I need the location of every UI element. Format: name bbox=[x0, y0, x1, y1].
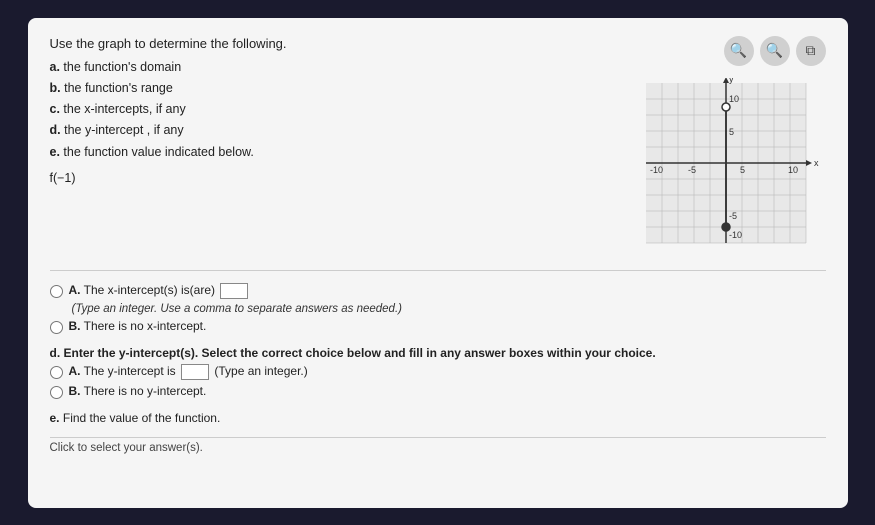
y-tick-5: 5 bbox=[729, 127, 734, 137]
d-description: Enter the y-intercept(s). Select the cor… bbox=[64, 346, 656, 360]
list-item-b: b. the function's range bbox=[50, 78, 626, 99]
item-e-text: the function value indicated below. bbox=[63, 145, 253, 159]
list-item-c: c. the x-intercepts, if any bbox=[50, 99, 626, 120]
item-d-text: the y-intercept , if any bbox=[64, 123, 184, 137]
d-label: d. bbox=[50, 346, 61, 360]
list-item-a: a. the function's domain bbox=[50, 57, 626, 78]
right-section: 🔍 🔍 ⧉ bbox=[636, 36, 826, 258]
c-a-hint: (Type an integer. Use a comma to separat… bbox=[72, 303, 826, 315]
d-a-text: The y-intercept is bbox=[84, 364, 176, 378]
y-intercept-input-box[interactable] bbox=[181, 364, 209, 380]
item-c-label: c. bbox=[50, 102, 60, 116]
divider-1 bbox=[50, 270, 826, 271]
graph-icons: 🔍 🔍 ⧉ bbox=[724, 36, 826, 66]
c-b-letter: B. bbox=[69, 319, 81, 333]
instruction-text: Use the graph to determine the following… bbox=[50, 36, 626, 51]
e-label: e. bbox=[50, 411, 60, 425]
radio-c-b[interactable] bbox=[50, 321, 63, 334]
list-item-e: e. the function value indicated below. bbox=[50, 142, 626, 163]
f-value-label: f(−1) bbox=[50, 171, 626, 185]
e-text: Find the value of the function. bbox=[63, 411, 220, 425]
option-d-b: B. There is no y-intercept. bbox=[50, 384, 826, 399]
x-axis-arrow bbox=[806, 160, 812, 166]
list-items: a. the function's domain b. the function… bbox=[50, 57, 626, 163]
graph-container: x y -5 5 10 -10 5 -5 10 -10 bbox=[636, 78, 826, 258]
external-link-icon[interactable]: ⧉ bbox=[796, 36, 826, 66]
section-d: d. Enter the y-intercept(s). Select the … bbox=[50, 346, 826, 403]
option-d-a: A. The y-intercept is (Type an integer.) bbox=[50, 364, 826, 380]
radio-c-a-label: A. The x-intercept(s) is(are) bbox=[69, 283, 251, 299]
c-b-text: There is no x-intercept. bbox=[84, 319, 207, 333]
d-b-letter: B. bbox=[69, 384, 81, 398]
search-icon-2[interactable]: 🔍 bbox=[760, 36, 790, 66]
item-d-label: d. bbox=[50, 123, 61, 137]
y-tick-10: 10 bbox=[729, 94, 739, 104]
radio-d-a[interactable] bbox=[50, 366, 63, 379]
left-content: Use the graph to determine the following… bbox=[50, 36, 626, 185]
x-axis-label: x bbox=[814, 158, 819, 168]
x-tick-5: 5 bbox=[740, 165, 745, 175]
section-c: A. The x-intercept(s) is(are) (Type an i… bbox=[50, 283, 826, 338]
top-section: Use the graph to determine the following… bbox=[50, 36, 826, 258]
option-c-b: B. There is no x-intercept. bbox=[50, 319, 826, 334]
radio-d-b-label: B. There is no y-intercept. bbox=[69, 384, 207, 398]
c-a-letter: A. bbox=[69, 283, 81, 297]
item-b-label: b. bbox=[50, 81, 61, 95]
y-tick-neg10: -10 bbox=[729, 230, 742, 240]
radio-d-b[interactable] bbox=[50, 386, 63, 399]
radio-c-a[interactable] bbox=[50, 285, 63, 298]
x-tick-10: 10 bbox=[788, 165, 798, 175]
item-e-label: e. bbox=[50, 145, 60, 159]
c-a-text: The x-intercept(s) is(are) bbox=[84, 283, 215, 297]
item-a-label: a. bbox=[50, 60, 60, 74]
d-a-hint: (Type an integer.) bbox=[214, 364, 307, 378]
x-tick-neg5: -5 bbox=[688, 165, 696, 175]
radio-d-a-label: A. The y-intercept is (Type an integer.) bbox=[69, 364, 308, 380]
search-icon-1[interactable]: 🔍 bbox=[724, 36, 754, 66]
option-c-a: A. The x-intercept(s) is(are) bbox=[50, 283, 826, 299]
list-item-d: d. the y-intercept , if any bbox=[50, 120, 626, 141]
footer-click-text: Click to select your answer(s). bbox=[50, 437, 826, 454]
item-b-text: the function's range bbox=[64, 81, 173, 95]
d-a-letter: A. bbox=[69, 364, 81, 378]
item-a-text: the function's domain bbox=[63, 60, 181, 74]
coordinate-graph: x y -5 5 10 -10 5 -5 10 -10 bbox=[636, 78, 826, 258]
main-card: Use the graph to determine the following… bbox=[28, 18, 848, 508]
open-dot-top bbox=[722, 103, 730, 111]
y-axis-label: y bbox=[729, 78, 734, 84]
section-d-label: d. Enter the y-intercept(s). Select the … bbox=[50, 346, 826, 360]
item-c-text: the x-intercepts, if any bbox=[63, 102, 185, 116]
section-e: e. Find the value of the function. bbox=[50, 411, 826, 425]
x-tick-neg10: -10 bbox=[650, 165, 663, 175]
closed-dot-bottom bbox=[722, 223, 730, 231]
y-tick-neg5: -5 bbox=[729, 211, 737, 221]
x-intercept-input-box[interactable] bbox=[220, 283, 248, 299]
d-b-text: There is no y-intercept. bbox=[84, 384, 207, 398]
radio-c-b-label: B. There is no x-intercept. bbox=[69, 319, 207, 333]
